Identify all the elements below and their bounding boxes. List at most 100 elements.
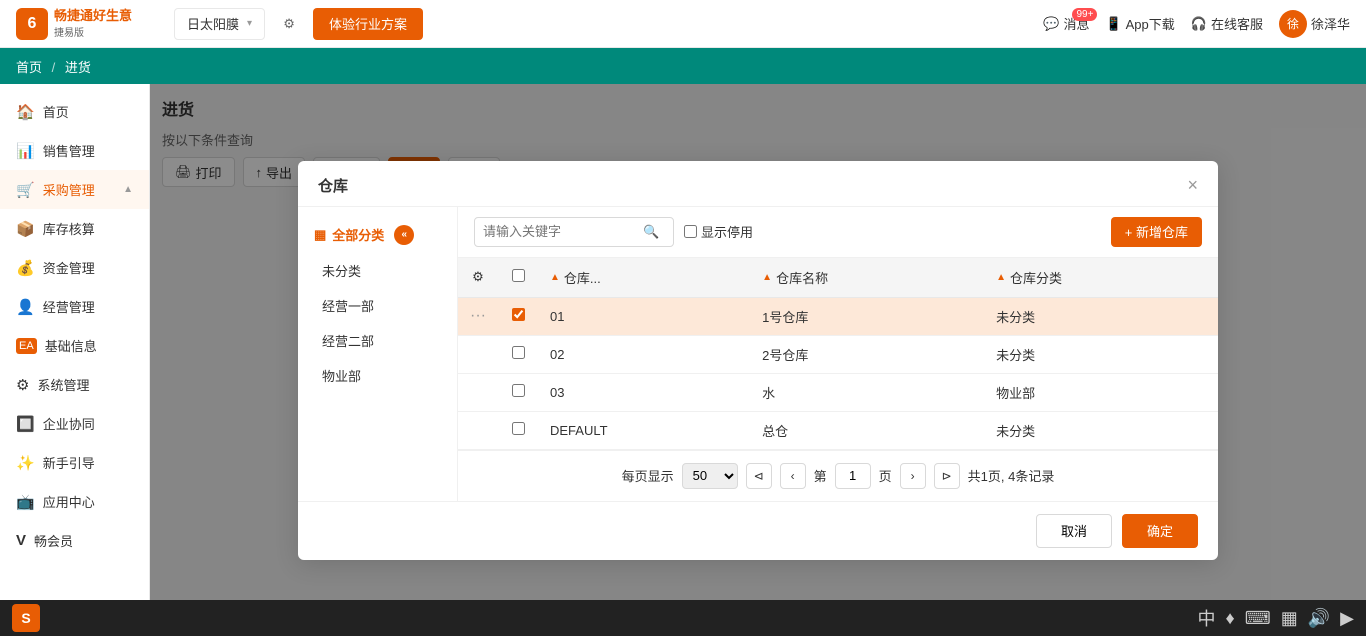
collapse-button[interactable]: «: [394, 225, 414, 245]
first-page-button[interactable]: ⊲: [746, 463, 772, 489]
member-icon: V: [16, 532, 26, 549]
online-service-label: 在线客服: [1211, 14, 1263, 33]
table-row[interactable]: 02 2号仓库 未分类: [458, 335, 1218, 373]
sidebar-label-enterprise: 企业协同: [43, 414, 95, 433]
modal-header: 仓库 ×: [298, 161, 1218, 207]
category-property[interactable]: 物业部: [298, 358, 457, 393]
message-btn[interactable]: 💬 消息 99+: [1043, 14, 1089, 33]
breadcrumb: 首页 / 进货: [16, 57, 91, 76]
breadcrumb-home[interactable]: 首页: [16, 60, 42, 75]
sidebar-item-operation[interactable]: 👤 经营管理: [0, 287, 149, 326]
select-all-checkbox[interactable]: [512, 269, 525, 282]
modal-sidebar: ▦ 全部分类 « 未分类 经营一部 经营二部: [298, 207, 458, 501]
bottom-zh-icon[interactable]: 中: [1198, 605, 1216, 631]
online-service-btn[interactable]: 🎧 在线客服: [1191, 14, 1263, 33]
sidebar-item-purchase[interactable]: 🛒 采购管理 ▲: [0, 170, 149, 209]
row-category-cell: 未分类: [984, 335, 1218, 373]
message-badge: 99+: [1072, 8, 1097, 21]
page-unit: 页: [879, 466, 892, 485]
page-input[interactable]: [835, 463, 871, 489]
row-gear-cell: ···: [458, 297, 498, 335]
cancel-button[interactable]: 取消: [1036, 514, 1112, 548]
next-page-button[interactable]: ›: [900, 463, 926, 489]
show-disabled-text: 显示停用: [701, 222, 753, 241]
more-icon[interactable]: ···: [470, 307, 486, 324]
row-checkbox[interactable]: [512, 346, 525, 359]
table-row[interactable]: DEFAULT 总仓 未分类: [458, 411, 1218, 449]
col-code-label: 仓库...: [564, 268, 601, 287]
sidebar-item-inventory[interactable]: 📦 库存核算: [0, 209, 149, 248]
col-header-category: ▲ 仓库分类: [984, 258, 1218, 298]
sidebar-label-apps: 应用中心: [43, 492, 95, 511]
prev-page-button[interactable]: ‹: [780, 463, 806, 489]
col-header-check: [498, 258, 538, 298]
bottom-keyboard-icon[interactable]: ⌨: [1245, 608, 1271, 629]
row-check-cell: [498, 373, 538, 411]
sidebar-label-inventory: 库存核算: [43, 219, 95, 238]
row-name-cell: 2号仓库: [750, 335, 984, 373]
bottom-grid-icon[interactable]: ▦: [1281, 608, 1298, 629]
row-check-cell: [498, 335, 538, 373]
col-header-name: ▲ 仓库名称: [750, 258, 984, 298]
total-info: 共1页, 4条记录: [968, 466, 1055, 485]
row-gear-cell: [458, 411, 498, 449]
category-dept1[interactable]: 经营一部: [298, 288, 457, 323]
search-icon[interactable]: 🔍: [643, 224, 659, 240]
confirm-button[interactable]: 确定: [1122, 514, 1198, 548]
sidebar-item-home[interactable]: 🏠 首页: [0, 92, 149, 131]
page-size-select[interactable]: 50 10 20 100: [682, 463, 738, 489]
sidebar-item-member[interactable]: V 畅会员: [0, 521, 149, 560]
sidebar-item-guide[interactable]: ✨ 新手引导: [0, 443, 149, 482]
add-warehouse-button[interactable]: + 新增仓库: [1111, 217, 1202, 247]
sort-name-icon: ▲: [762, 272, 772, 283]
sidebar-item-system[interactable]: ⚙ 系统管理: [0, 365, 149, 404]
row-gear-cell: [458, 335, 498, 373]
bottom-logo: S: [12, 604, 40, 632]
modal-toolbar: 🔍 显示停用 + 新增仓库: [458, 207, 1218, 258]
logo-area: 6 畅捷通好生意 捷易版: [16, 8, 166, 40]
sales-icon: 📊: [16, 142, 35, 160]
search-input[interactable]: [483, 224, 643, 239]
table-row[interactable]: ··· 01 1号仓库 未分类: [458, 297, 1218, 335]
apps-icon: 📺: [16, 493, 35, 511]
inventory-icon: 📦: [16, 220, 35, 238]
table-row[interactable]: 03 水 物业部: [458, 373, 1218, 411]
show-disabled-label[interactable]: 显示停用: [684, 222, 753, 241]
top-header: 6 畅捷通好生意 捷易版 日太阳膜 ▾ ⚙ 体验行业方案 💬 消息 99+ 📱 …: [0, 0, 1366, 48]
sidebar-label-sales: 销售管理: [43, 141, 95, 160]
category-dept2[interactable]: 经营二部: [298, 323, 457, 358]
modal-main: 🔍 显示停用 + 新增仓库: [458, 207, 1218, 501]
breadcrumb-current: 进货: [65, 60, 91, 75]
bottom-speaker-icon[interactable]: 🔊: [1308, 608, 1330, 629]
app-download-btn[interactable]: 📱 App下载: [1105, 14, 1174, 33]
all-categories-item[interactable]: ▦ 全部分类 «: [298, 217, 457, 253]
row-name-cell: 1号仓库: [750, 297, 984, 335]
sort-code-icon: ▲: [550, 272, 560, 283]
sidebar-label-member: 畅会员: [34, 531, 73, 550]
sidebar-item-apps[interactable]: 📺 应用中心: [0, 482, 149, 521]
category-unclassified[interactable]: 未分类: [298, 253, 457, 288]
bottom-play-icon[interactable]: ▶: [1340, 608, 1354, 629]
sidebar-item-enterprise[interactable]: 🔲 企业协同: [0, 404, 149, 443]
last-page-button[interactable]: ⊳: [934, 463, 960, 489]
app-download-label: App下载: [1126, 14, 1175, 33]
settings-icon[interactable]: ⚙: [273, 8, 305, 40]
user-btn[interactable]: 徐 徐泽华: [1279, 10, 1350, 38]
row-code-cell: DEFAULT: [538, 411, 750, 449]
row-checkbox[interactable]: [512, 308, 525, 321]
sidebar-item-basic[interactable]: EA 基础信息: [0, 326, 149, 365]
gear-header-icon[interactable]: ⚙: [472, 269, 484, 284]
trial-button[interactable]: 体验行业方案: [313, 8, 423, 40]
modal-title: 仓库: [318, 175, 348, 196]
modal-close-button[interactable]: ×: [1187, 175, 1198, 196]
bottom-dot-icon[interactable]: ♦: [1226, 608, 1235, 629]
sidebar-item-finance[interactable]: 💰 资金管理: [0, 248, 149, 287]
store-name: 日太阳膜: [187, 14, 239, 33]
row-checkbox[interactable]: [512, 422, 525, 435]
row-checkbox[interactable]: [512, 384, 525, 397]
show-disabled-checkbox[interactable]: [684, 225, 697, 238]
col-header-code: ▲ 仓库...: [538, 258, 750, 298]
row-check-cell: [498, 411, 538, 449]
store-selector[interactable]: 日太阳膜 ▾: [174, 8, 265, 40]
sidebar-item-sales[interactable]: 📊 销售管理: [0, 131, 149, 170]
